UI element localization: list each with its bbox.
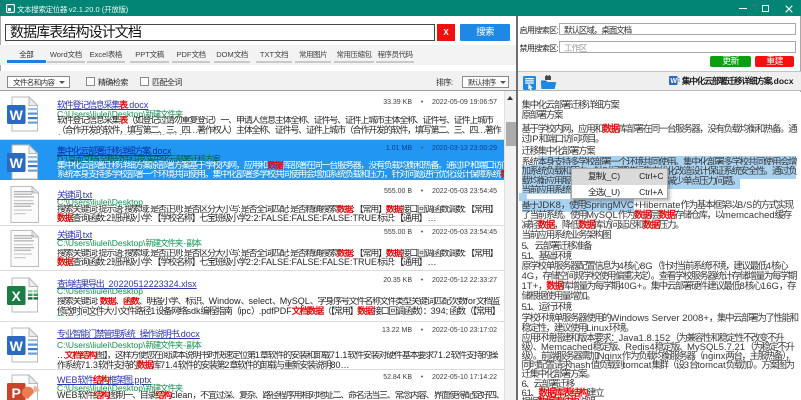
svg-text:P: P [12,385,21,400]
svg-text:W: W [10,107,24,123]
svg-text:X: X [12,288,22,304]
svg-text:W: W [10,338,24,354]
svg-text:W: W [10,155,24,171]
